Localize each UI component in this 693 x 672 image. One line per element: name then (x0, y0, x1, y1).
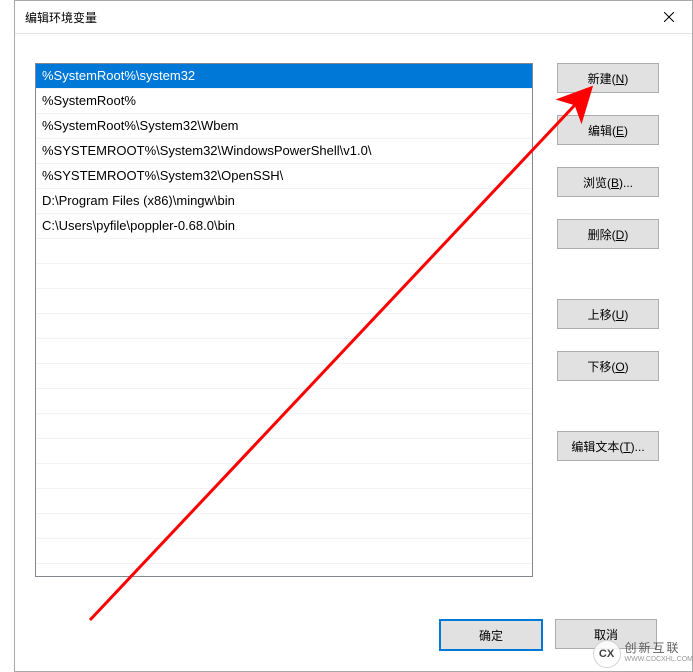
ok-button[interactable]: 确定 (439, 619, 543, 651)
titlebar: 编辑环境变量 (15, 1, 692, 34)
list-item[interactable]: C:\Users\pyfile\poppler-0.68.0\bin (36, 214, 532, 239)
list-item-empty[interactable] (36, 514, 532, 539)
move-up-button[interactable]: 上移(U) (557, 299, 659, 329)
list-item[interactable]: %SystemRoot%\system32 (36, 64, 532, 89)
side-buttons: 新建(N) 编辑(E) 浏览(B)... 删除(D) 上移(U) 下移(O) 编… (557, 63, 675, 483)
list-item-empty[interactable] (36, 239, 532, 264)
watermark-text: 创新互联 WWW.CDCXHL.COM (625, 643, 693, 665)
close-button[interactable] (646, 1, 692, 33)
list-item[interactable]: D:\Program Files (x86)\mingw\bin (36, 189, 532, 214)
list-item-empty[interactable] (36, 439, 532, 464)
list-item-empty[interactable] (36, 289, 532, 314)
list-item-empty[interactable] (36, 264, 532, 289)
list-item[interactable]: %SystemRoot%\System32\Wbem (36, 114, 532, 139)
list-item[interactable]: %SystemRoot% (36, 89, 532, 114)
new-button[interactable]: 新建(N) (557, 63, 659, 93)
move-down-button[interactable]: 下移(O) (557, 351, 659, 381)
edit-env-var-dialog: 编辑环境变量 %SystemRoot%\system32 %SystemRoot… (14, 0, 693, 672)
delete-button[interactable]: 删除(D) (557, 219, 659, 249)
dialog-footer: 确定 取消 (15, 603, 692, 671)
window-title: 编辑环境变量 (25, 9, 97, 26)
browse-button[interactable]: 浏览(B)... (557, 167, 659, 197)
close-icon (664, 12, 674, 22)
list-item-empty[interactable] (36, 414, 532, 439)
list-item-empty[interactable] (36, 364, 532, 389)
dialog-content: %SystemRoot%\system32 %SystemRoot% %Syst… (15, 33, 692, 671)
watermark-logo: CX (593, 640, 621, 668)
edit-text-button[interactable]: 编辑文本(T)... (557, 431, 659, 461)
button-gap (557, 403, 675, 431)
background-strip (0, 0, 15, 672)
path-listbox[interactable]: %SystemRoot%\system32 %SystemRoot% %Syst… (35, 63, 533, 577)
button-gap (557, 271, 675, 299)
list-item-empty[interactable] (36, 564, 532, 577)
list-item-empty[interactable] (36, 389, 532, 414)
list-item-empty[interactable] (36, 314, 532, 339)
list-item[interactable]: %SYSTEMROOT%\System32\WindowsPowerShell\… (36, 139, 532, 164)
watermark: CX 创新互联 WWW.CDCXHL.COM (593, 640, 693, 668)
list-item[interactable]: %SYSTEMROOT%\System32\OpenSSH\ (36, 164, 532, 189)
list-item-empty[interactable] (36, 339, 532, 364)
list-item-empty[interactable] (36, 539, 532, 564)
edit-button[interactable]: 编辑(E) (557, 115, 659, 145)
list-item-empty[interactable] (36, 464, 532, 489)
list-item-empty[interactable] (36, 489, 532, 514)
